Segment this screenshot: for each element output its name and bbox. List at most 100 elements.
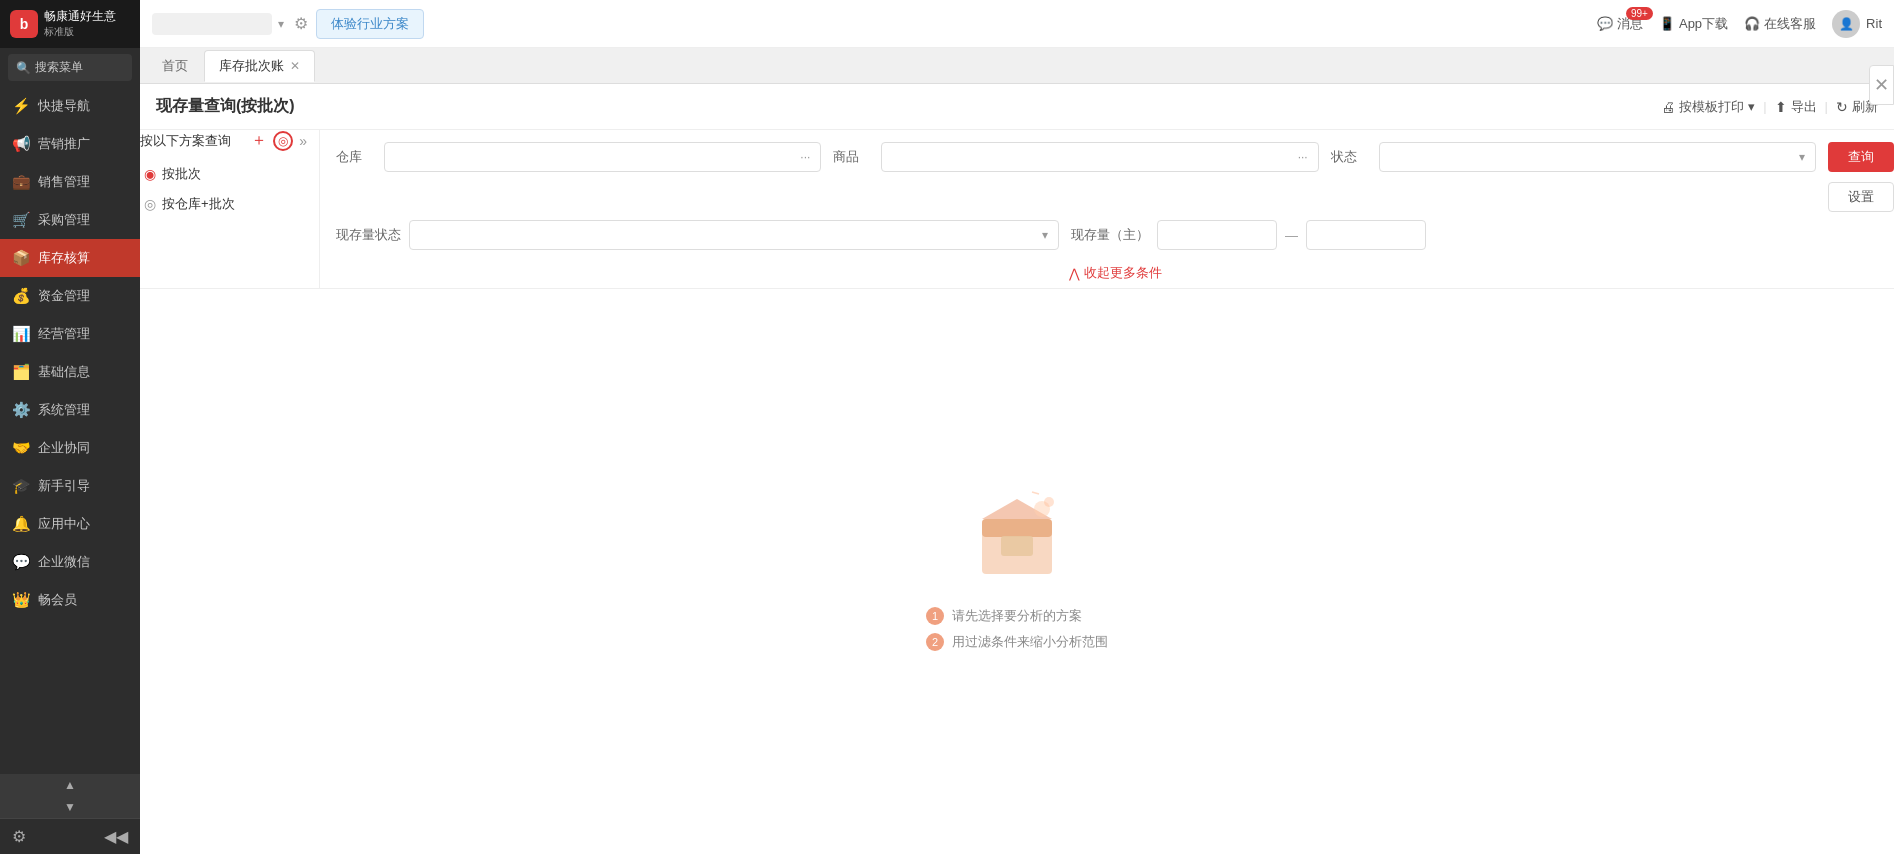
sidebar-item-app-center[interactable]: 🔔 应用中心	[0, 505, 140, 543]
filter-collapse-icon[interactable]: »	[299, 133, 307, 149]
settings-icon[interactable]: ⚙	[12, 827, 26, 846]
sidebar-item-basics[interactable]: 🗂️ 基础信息	[0, 353, 140, 391]
search-menu-label: 搜索菜单	[35, 59, 83, 76]
topbar-search-input[interactable]	[152, 13, 272, 35]
inventory-status-input[interactable]: ▾	[409, 220, 1059, 250]
sales-icon: 💼	[12, 173, 30, 191]
filter-option-icon: ◎	[144, 196, 156, 212]
online-service-action[interactable]: 🎧 在线客服	[1744, 15, 1816, 33]
avatar: 👤	[1832, 10, 1860, 38]
warehouse-more-btn[interactable]: ···	[800, 150, 810, 164]
message-icon: 💬	[1597, 16, 1613, 31]
warehouse-input[interactable]: ···	[384, 142, 821, 172]
export-button[interactable]: ⬆ 导出	[1775, 98, 1817, 116]
filter-option-by-warehouse-batch[interactable]: ◎ 按仓库+批次	[140, 189, 307, 219]
sidebar-item-marketing[interactable]: 📢 营销推广	[0, 125, 140, 163]
sidebar-item-inventory[interactable]: 📦 库存核算	[0, 239, 140, 277]
empty-illustration	[957, 484, 1077, 587]
filter-sidebar-actions: ＋ ◎ »	[251, 130, 307, 151]
svg-rect-3	[1001, 536, 1033, 556]
topbar-right: 💬 消息 99+ 📱 App下载 🎧 在线客服 👤 Rit	[1597, 10, 1882, 38]
tab-close-icon[interactable]: ✕	[290, 59, 300, 73]
settings-button[interactable]: 设置	[1828, 182, 1894, 212]
messages-badge: 99+	[1626, 7, 1653, 20]
product-more-btn[interactable]: ···	[1298, 150, 1308, 164]
status-dropdown-icon[interactable]: ▾	[1799, 150, 1805, 164]
app-edition: 标准版	[44, 25, 116, 39]
sidebar-item-finance[interactable]: 💰 资金管理	[0, 277, 140, 315]
query-button[interactable]: 查询	[1828, 142, 1894, 172]
sidebar-item-quick-nav[interactable]: ⚡ 快捷导航	[0, 87, 140, 125]
inventory-status-label: 现存量状态	[336, 226, 401, 244]
product-label: 商品	[833, 148, 873, 166]
filter-add-icon[interactable]: ＋	[251, 130, 267, 151]
filter-sidebar-title: 按以下方案查询	[140, 132, 231, 150]
collapse-conditions-btn[interactable]: ⋀ 收起更多条件	[336, 258, 1894, 288]
headset-icon: 🎧	[1744, 16, 1760, 31]
sidebar-scroll-up[interactable]: ▲	[0, 774, 140, 796]
sidebar-item-purchase[interactable]: 🛒 采购管理	[0, 201, 140, 239]
app-title: 畅康通好生意	[44, 9, 116, 25]
sidebar-item-system[interactable]: ⚙️ 系统管理	[0, 391, 140, 429]
product-input[interactable]: ···	[881, 142, 1318, 172]
sidebar-item-member[interactable]: 👑 畅会员	[0, 581, 140, 619]
step-2-num: 2	[926, 633, 944, 651]
filter-option-by-batch[interactable]: ◉ 按批次	[140, 159, 307, 189]
search-menu-btn[interactable]: 🔍 搜索菜单	[8, 54, 132, 81]
tab-home[interactable]: 首页	[148, 51, 202, 81]
warehouse-field: 仓库 ···	[336, 142, 821, 172]
online-service-label: 在线客服	[1764, 15, 1816, 33]
filter-sidebar-header: 按以下方案查询 ＋ ◎ »	[140, 130, 307, 151]
inventory-quantity-field: 现存量（主） —	[1071, 220, 1794, 250]
close-panel-button[interactable]: ✕	[1869, 65, 1894, 105]
enterprise-icon: 🤝	[12, 439, 30, 457]
finance-icon: 💰	[12, 287, 30, 305]
filter-area: 按以下方案查询 ＋ ◎ » ◉ 按批次 ◎ 按仓库+批次	[140, 130, 1894, 289]
inventory-status-dropdown-icon[interactable]: ▾	[1042, 228, 1048, 242]
product-field: 商品 ···	[833, 142, 1318, 172]
filter-row-2: 现存量状态 ▾ 现存量（主） —	[336, 220, 1894, 258]
print-button[interactable]: 🖨 按模板打印 ▾	[1661, 98, 1755, 116]
marketing-icon: 📢	[12, 135, 30, 153]
empty-step-2: 2 用过滤条件来缩小分析范围	[926, 633, 1108, 651]
tab-inventory-batch[interactable]: 库存批次账 ✕	[204, 50, 315, 82]
tab-inventory-batch-label: 库存批次账	[219, 57, 284, 75]
sidebar-item-wechat[interactable]: 💬 企业微信	[0, 543, 140, 581]
sidebar-item-label: 系统管理	[38, 401, 90, 419]
industry-solution-button[interactable]: 体验行业方案	[316, 9, 424, 39]
app-center-icon: 🔔	[12, 515, 30, 533]
content-area: 现存量查询(按批次) 🖨 按模板打印 ▾ | ⬆ 导出 | ↻ 刷新	[140, 84, 1894, 854]
user-area[interactable]: 👤 Rit	[1832, 10, 1882, 38]
inventory-quantity-label: 现存量（主）	[1071, 226, 1149, 244]
sidebar-item-sales[interactable]: 💼 销售管理	[0, 163, 140, 201]
quantity-separator: —	[1285, 228, 1298, 243]
step-2-text: 用过滤条件来缩小分析范围	[952, 633, 1108, 651]
messages-action[interactable]: 💬 消息 99+	[1597, 15, 1643, 33]
sidebar-item-newbie[interactable]: 🎓 新手引导	[0, 467, 140, 505]
sidebar-item-operations[interactable]: 📊 经营管理	[0, 315, 140, 353]
empty-state: 1 请先选择要分析的方案 2 用过滤条件来缩小分析范围	[140, 289, 1894, 854]
sidebar-item-label: 企业协同	[38, 439, 90, 457]
status-label: 状态	[1331, 148, 1371, 166]
collapse-icon[interactable]: ◀◀	[104, 827, 128, 846]
sidebar-item-enterprise[interactable]: 🤝 企业协同	[0, 429, 140, 467]
basics-icon: 🗂️	[12, 363, 30, 381]
inventory-quantity-to-input[interactable]	[1306, 220, 1426, 250]
step-1-num: 1	[926, 607, 944, 625]
topbar-chevron-icon[interactable]: ▾	[278, 17, 284, 31]
status-field: 状态 ▾	[1331, 142, 1816, 172]
phone-icon: 📱	[1659, 16, 1675, 31]
app-logo: b	[10, 10, 38, 38]
inventory-quantity-from-input[interactable]	[1157, 220, 1277, 250]
sidebar-item-label: 经营管理	[38, 325, 90, 343]
status-input[interactable]: ▾	[1379, 142, 1816, 172]
page-actions: 🖨 按模板打印 ▾ | ⬆ 导出 | ↻ 刷新	[1661, 98, 1878, 116]
filter-main: 仓库 ··· 商品 ···	[320, 130, 1894, 288]
topbar-gear-icon[interactable]: ⚙	[294, 14, 308, 33]
filter-settings-icon[interactable]: ◎	[273, 131, 293, 151]
sidebar-item-label: 基础信息	[38, 363, 90, 381]
tab-home-label: 首页	[162, 57, 188, 75]
sidebar-scroll-down[interactable]: ▼	[0, 796, 140, 818]
empty-step-1: 1 请先选择要分析的方案	[926, 607, 1108, 625]
app-download-action[interactable]: 📱 App下载	[1659, 15, 1728, 33]
